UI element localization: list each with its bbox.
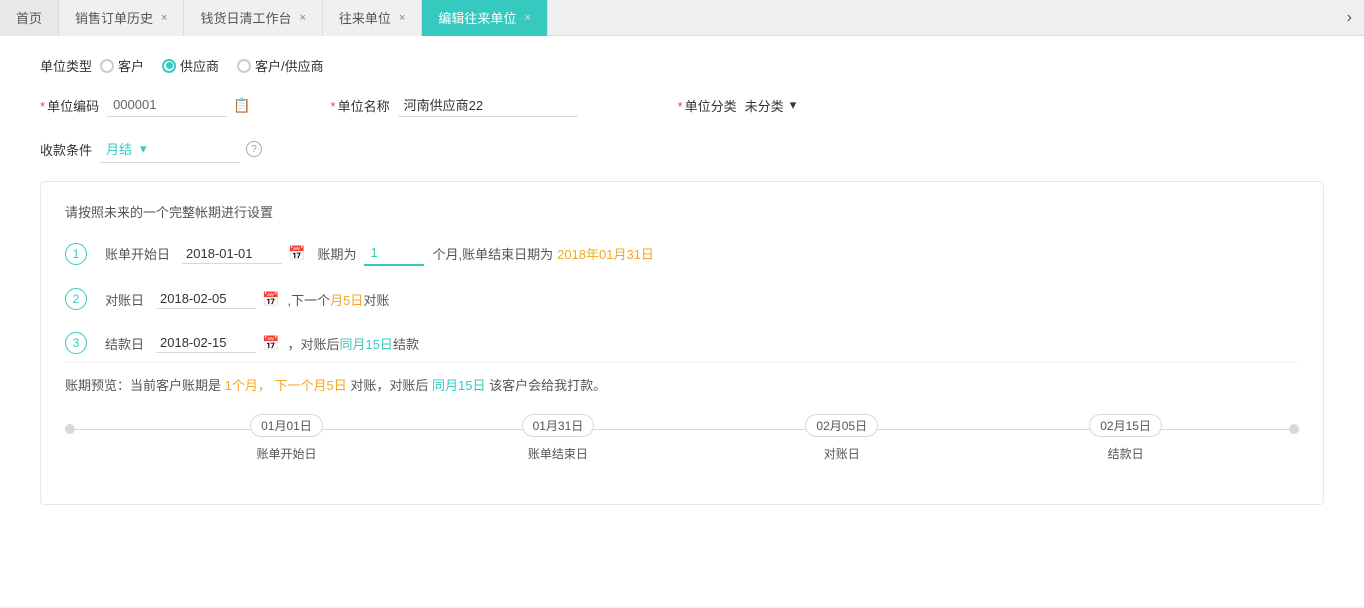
unit-type-radio-group: 客户 供应商 客户/供应商	[100, 56, 324, 75]
step-1-row: 1 账单开始日 📅 账期为 个月,账单结束日期为 2018年01月31日	[65, 241, 1299, 266]
timeline-node-end: 01月31日 账单结束日	[522, 414, 595, 462]
node-label-payment: 结款日	[1108, 445, 1144, 462]
timeline: 01月01日 账单开始日 01月31日 账单结束日 02月05日 对账日	[65, 414, 1299, 484]
unit-code-copy-icon[interactable]: 📋	[233, 97, 250, 114]
node-bubble-start: 01月01日	[250, 414, 323, 437]
section-title: 请按照未来的一个完整帐期进行设置	[65, 202, 1299, 221]
step-1-end-date: 2018年01月31日	[557, 244, 654, 263]
period-section: 请按照未来的一个完整帐期进行设置 1 账单开始日 📅 账期为 个月,账单结束日期…	[40, 181, 1324, 505]
timeline-node-start: 01月01日 账单开始日	[250, 414, 323, 462]
step-2-number: 2	[65, 288, 87, 310]
main-content: 单位类型 客户 供应商 客户/供应商 单位编码 📋 单位名称	[0, 36, 1364, 606]
node-label-check: 对账日	[824, 445, 860, 462]
tab-edit-related-unit[interactable]: 编辑往来单位 ×	[422, 0, 547, 36]
unit-type-label: 单位类型	[40, 56, 92, 75]
preview-section: 账期预览：当前客户账期是 1个月， 下一个月5日 对账，对账后 同月15日 该客…	[65, 362, 1299, 414]
timeline-node-payment: 02月15日 结款日	[1089, 414, 1162, 462]
step-2-highlight: 月5日	[330, 290, 363, 309]
step-2-suffix: 对账	[363, 290, 389, 309]
step-1-calendar-icon[interactable]: 📅	[288, 245, 305, 262]
close-icon-cash[interactable]: ×	[299, 12, 305, 24]
unit-name-input[interactable]	[398, 93, 578, 117]
unit-info-row: 单位编码 📋 单位名称 单位分类 未分类 ▾	[40, 93, 1324, 117]
timeline-node-check: 02月05日 对账日	[805, 414, 878, 462]
close-icon-related[interactable]: ×	[399, 12, 405, 24]
tab-sales-order-history[interactable]: 销售订单历史 ×	[59, 0, 184, 36]
preview-part1: 1个月，	[225, 378, 271, 393]
tab-cash-work[interactable]: 钱货日清工作台 ×	[184, 0, 322, 36]
tab-bar: 首页 销售订单历史 × 钱货日清工作台 × 往来单位 × 编辑往来单位 × ›	[0, 0, 1364, 36]
radio-customer[interactable]: 客户	[100, 56, 144, 75]
step-1-label: 账单开始日	[105, 244, 170, 263]
payment-terms-label: 收款条件	[40, 140, 92, 159]
step-1-suffix-before: 账期为	[317, 244, 356, 263]
step-3-calendar-icon[interactable]: 📅	[262, 335, 279, 352]
step-2-date-input[interactable]	[156, 289, 256, 309]
radio-circle-both	[237, 59, 251, 73]
unit-code-label: 单位编码	[40, 96, 99, 115]
category-dropdown-icon: ▾	[790, 97, 797, 113]
preview-suffix: 该客户会给我打款。	[489, 378, 606, 393]
radio-supplier[interactable]: 供应商	[162, 56, 219, 75]
close-icon-sales[interactable]: ×	[161, 12, 167, 24]
step-3-suffix: 结款	[393, 334, 419, 353]
preview-middle: 对账，对账后	[350, 378, 428, 393]
payment-terms-row: 收款条件 月结 ▾ ?	[40, 135, 1324, 163]
node-label-start: 账单开始日	[256, 445, 316, 462]
step-3-label: 结款日	[105, 334, 144, 353]
radio-circle-supplier	[162, 59, 176, 73]
tab-more-button[interactable]: ›	[1335, 0, 1364, 36]
preview-part3: 同月15日	[432, 378, 485, 393]
node-bubble-end: 01月31日	[522, 414, 595, 437]
unit-code-group: 单位编码 📋	[40, 93, 251, 117]
tab-related-unit[interactable]: 往来单位 ×	[323, 0, 422, 36]
unit-name-group: 单位名称	[331, 93, 578, 117]
unit-code-input[interactable]	[107, 93, 227, 117]
step-3-date-input[interactable]	[156, 333, 256, 353]
payment-terms-select[interactable]: 月结 ▾	[100, 135, 240, 163]
radio-circle-customer	[100, 59, 114, 73]
preview-part2: 下一个月5日	[275, 378, 347, 393]
step-1-period-input[interactable]	[364, 241, 424, 266]
payment-terms-help-icon[interactable]: ?	[246, 141, 262, 157]
step-2-prefix: ,下一个	[287, 290, 330, 309]
step-2-label: 对账日	[105, 290, 144, 309]
unit-category-label: 单位分类	[678, 96, 737, 115]
unit-type-row: 单位类型 客户 供应商 客户/供应商	[40, 56, 1324, 75]
unit-category-group: 单位分类 未分类 ▾	[678, 96, 797, 115]
payment-terms-dropdown-icon: ▾	[140, 141, 147, 157]
node-bubble-check: 02月05日	[805, 414, 878, 437]
step-2-calendar-icon[interactable]: 📅	[262, 291, 279, 308]
step-3-row: 3 结款日 📅 ，对账后 同月15日 结款	[65, 332, 1299, 354]
step-3-prefix: ，对账后	[287, 334, 339, 353]
unit-category-select[interactable]: 未分类 ▾	[745, 96, 797, 115]
step-1-number: 1	[65, 243, 87, 265]
tab-home[interactable]: 首页	[0, 0, 59, 36]
step-1-suffix-after: 个月,账单结束日期为	[432, 244, 553, 263]
step-3-number: 3	[65, 332, 87, 354]
step-1-date-input[interactable]	[182, 244, 282, 264]
timeline-end-dot	[1289, 424, 1299, 434]
step-3-highlight: 同月15日	[339, 334, 392, 353]
node-label-end: 账单结束日	[528, 445, 588, 462]
node-bubble-payment: 02月15日	[1089, 414, 1162, 437]
close-icon-edit[interactable]: ×	[524, 12, 530, 24]
timeline-start-dot	[65, 424, 75, 434]
radio-both[interactable]: 客户/供应商	[237, 56, 324, 75]
step-2-row: 2 对账日 📅 ,下一个 月5日 对账	[65, 288, 1299, 310]
unit-name-label: 单位名称	[331, 96, 390, 115]
